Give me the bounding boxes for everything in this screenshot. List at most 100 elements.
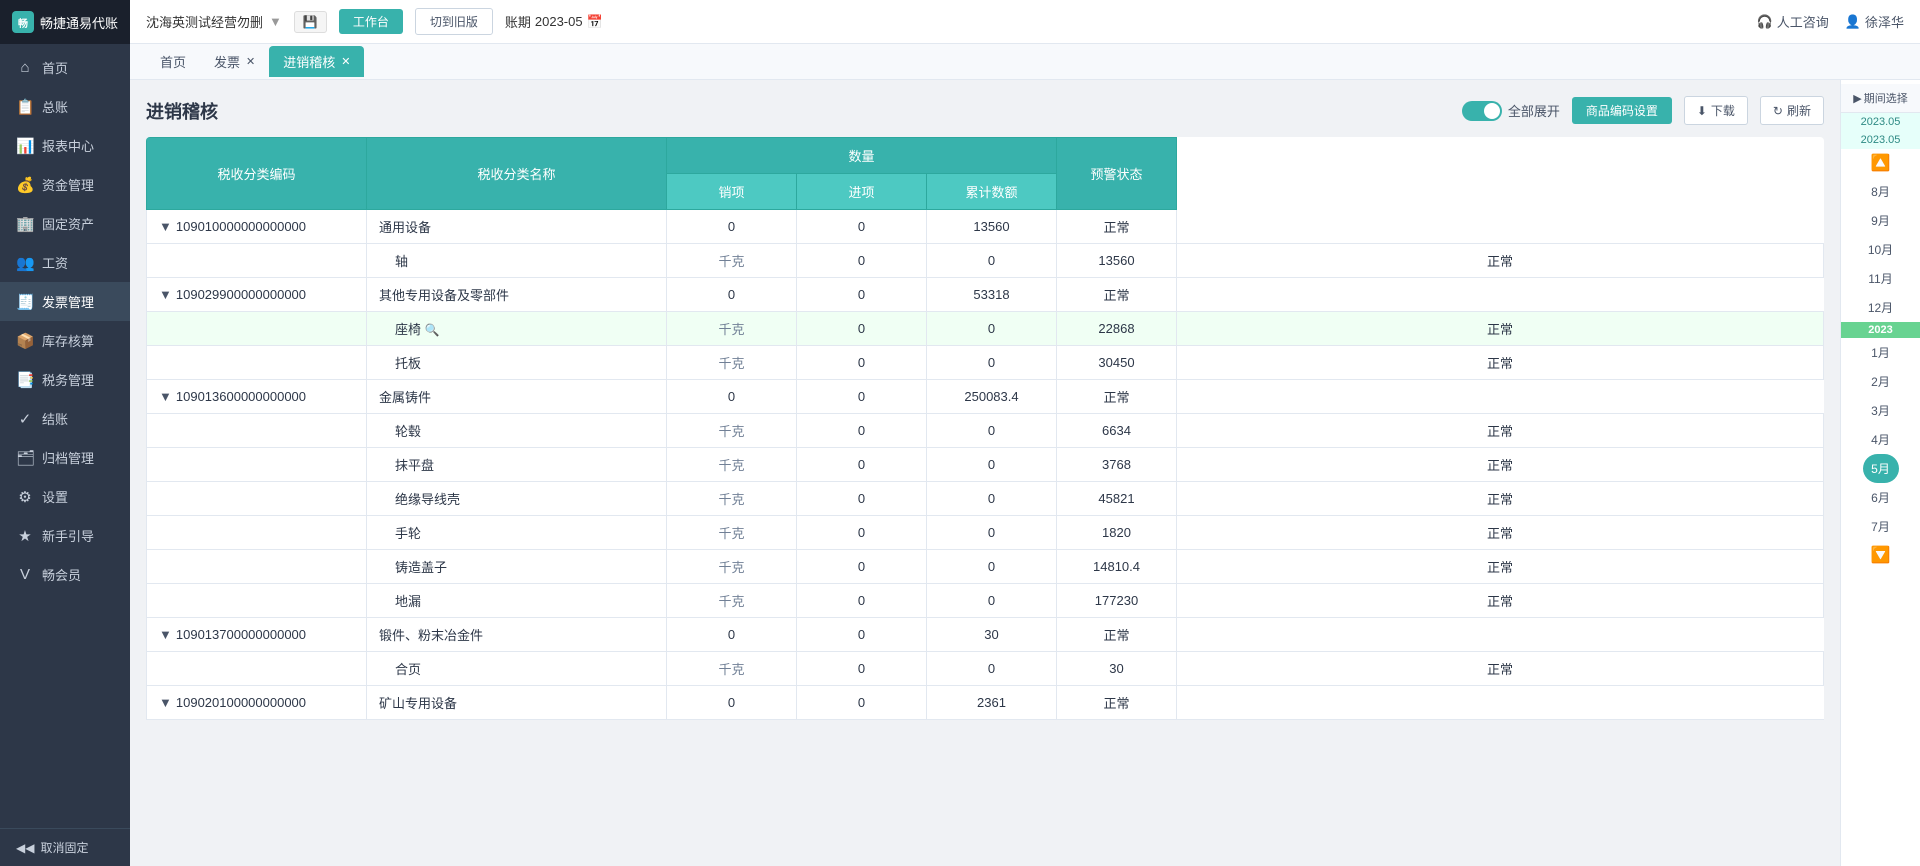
period-month-item[interactable]: 8月 [1864, 177, 1897, 206]
table-row: 手轮 千克 0 0 1820 正常 [147, 516, 1824, 550]
cell-purchase: 0 [797, 278, 927, 312]
cell-unit: 千克 [667, 652, 797, 686]
expand-icon[interactable]: ▼ [159, 695, 172, 710]
tab-close-icon[interactable]: ✕ [246, 55, 255, 68]
sidebar-item-inventory[interactable]: 📦库存核算 [0, 321, 130, 360]
sidebar-item-fixed-assets[interactable]: 🏢固定资产 [0, 204, 130, 243]
cell-purchase: 0 [927, 414, 1057, 448]
period-months-bottom: 1月2月3月4月5月6月7月 [1863, 338, 1899, 541]
sidebar-item-reports[interactable]: 📊报表中心 [0, 126, 130, 165]
col-header-status: 预警状态 [1057, 138, 1177, 210]
cell-purchase: 0 [797, 686, 927, 720]
table-row: 合页 千克 0 0 30 正常 [147, 652, 1824, 686]
sidebar-item-home[interactable]: ⌂首页 [0, 48, 130, 87]
dropdown-icon[interactable]: ▼ [269, 14, 282, 29]
cell-total: 2361 [927, 686, 1057, 720]
period-month-item[interactable]: 11月 [1864, 264, 1897, 293]
period-selected-bottom: 2023.05 [1841, 131, 1920, 149]
sidebar-bottom-btn[interactable]: ◀◀ 取消固定 [0, 828, 130, 866]
period-month-item[interactable]: 10月 [1864, 235, 1897, 264]
cell-purchase: 0 [797, 210, 927, 244]
table-row: ▼109013700000000000 锻件、粉末冶金件 0 0 30 正常 [147, 618, 1824, 652]
search-icon[interactable]: 🔍 [425, 323, 440, 337]
sidebar-item-settlement[interactable]: ✓结账 [0, 399, 130, 438]
tab-reconcile[interactable]: 进销稽核 ✕ [269, 46, 364, 77]
tax-icon: 📑 [16, 371, 34, 389]
cell-name: 其他专用设备及零部件 [367, 278, 667, 312]
period-month-item-active[interactable]: 5月 [1863, 454, 1899, 483]
period-year-label: 2023 [1841, 322, 1920, 338]
toggle-track[interactable] [1462, 101, 1502, 121]
cell-code: ▼109029900000000000 [147, 278, 367, 312]
cell-total: 30 [927, 618, 1057, 652]
period-collapse-icon[interactable]: ▶ [1853, 92, 1861, 105]
sidebar-item-capital[interactable]: 💰资金管理 [0, 165, 130, 204]
cell-name: 通用设备 [367, 210, 667, 244]
expand-icon[interactable]: ▼ [159, 219, 172, 234]
switch-version-btn[interactable]: 切到旧版 [415, 8, 493, 35]
period-month-item[interactable]: 1月 [1863, 338, 1899, 367]
sidebar-item-label: 设置 [42, 487, 68, 506]
cell-code-empty [147, 516, 367, 550]
cell-code-empty [147, 346, 367, 380]
sidebar-item-guide[interactable]: ★新手引导 [0, 516, 130, 555]
download-label: 下载 [1711, 102, 1735, 119]
sidebar-item-ledger[interactable]: 📋总账 [0, 87, 130, 126]
cell-code: ▼109020100000000000 [147, 686, 367, 720]
cell-sale: 0 [667, 278, 797, 312]
table-row: 抹平盘 千克 0 0 3768 正常 [147, 448, 1824, 482]
cell-name: 轮毂 [367, 414, 667, 448]
expand-icon[interactable]: ▼ [159, 389, 172, 404]
refresh-btn[interactable]: ↻ 刷新 [1760, 96, 1824, 125]
cell-code: ▼109010000000000000 [147, 210, 367, 244]
period-month-item[interactable]: 3月 [1863, 396, 1899, 425]
expand-toggle[interactable]: 全部展开 [1462, 101, 1560, 121]
period-month-item[interactable]: 4月 [1863, 425, 1899, 454]
expand-icon[interactable]: ▼ [159, 287, 172, 302]
period-down-btn[interactable]: 🔽 [1867, 541, 1895, 569]
cell-status: 正常 [1057, 278, 1177, 312]
sidebar-item-label: 首页 [42, 58, 68, 77]
period-month-item[interactable]: 7月 [1863, 512, 1899, 541]
cell-total: 53318 [927, 278, 1057, 312]
period-month-item[interactable]: 6月 [1863, 483, 1899, 512]
period-panel: ▶ 期间选择 2023.05 2023.05 🔼 8月9月10月11月12月 2… [1840, 80, 1920, 866]
col-sub-total: 累计数额 [927, 174, 1057, 210]
topbar-company: 沈海英测试经营勿删 ▼ [146, 12, 282, 31]
cell-purchase: 0 [927, 482, 1057, 516]
cell-code-empty [147, 448, 367, 482]
tab-close-icon[interactable]: ✕ [341, 55, 350, 68]
expand-icon[interactable]: ▼ [159, 627, 172, 642]
sidebar-item-archive[interactable]: 🗂归档管理 [0, 438, 130, 477]
user-btn[interactable]: 👤 徐泽华 [1845, 12, 1904, 31]
tab-home[interactable]: 首页 [146, 46, 200, 77]
cell-sale: 0 [797, 346, 927, 380]
calendar-icon[interactable]: 📅 [587, 14, 603, 30]
download-btn[interactable]: ⬇ 下载 [1684, 96, 1748, 125]
sidebar-item-tax[interactable]: 📑税务管理 [0, 360, 130, 399]
period-up-btn[interactable]: 🔼 [1867, 149, 1895, 177]
product-code-btn[interactable]: 商品编码设置 [1572, 97, 1672, 124]
cell-code-empty [147, 244, 367, 278]
cell-code-empty [147, 550, 367, 584]
cell-status: 正常 [1057, 618, 1177, 652]
workspace-btn[interactable]: 工作台 [339, 9, 403, 34]
cell-status: 正常 [1057, 380, 1177, 414]
cell-status: 正常 [1177, 244, 1824, 278]
page-header: 进销稽核 全部展开 商品编码设置 ⬇ 下载 ↻ 刷 [146, 96, 1824, 125]
sidebar-item-invoice[interactable]: 🧾发票管理 [0, 282, 130, 321]
save-draft-btn[interactable]: 💾 [294, 11, 327, 33]
cell-total: 22868 [1057, 312, 1177, 346]
sidebar-item-payroll[interactable]: 👥工资 [0, 243, 130, 282]
sidebar-item-vip[interactable]: V畅会员 [0, 555, 130, 594]
support-btn[interactable]: 🎧 人工咨询 [1757, 12, 1829, 31]
sidebar-bottom-label: 取消固定 [40, 839, 88, 856]
period-month-item[interactable]: 9月 [1864, 206, 1897, 235]
data-table: 税收分类编码 税收分类名称 数量 预警状态 销项 进项 累计数额 ▼109010 [146, 137, 1824, 720]
period-month-item[interactable]: 2月 [1863, 367, 1899, 396]
tab-invoice[interactable]: 发票✕ [200, 46, 269, 77]
period-month-item[interactable]: 12月 [1864, 293, 1897, 322]
sidebar-item-settings[interactable]: ⚙设置 [0, 477, 130, 516]
tab-label: 进销稽核 [283, 52, 335, 71]
cell-purchase: 0 [797, 380, 927, 414]
